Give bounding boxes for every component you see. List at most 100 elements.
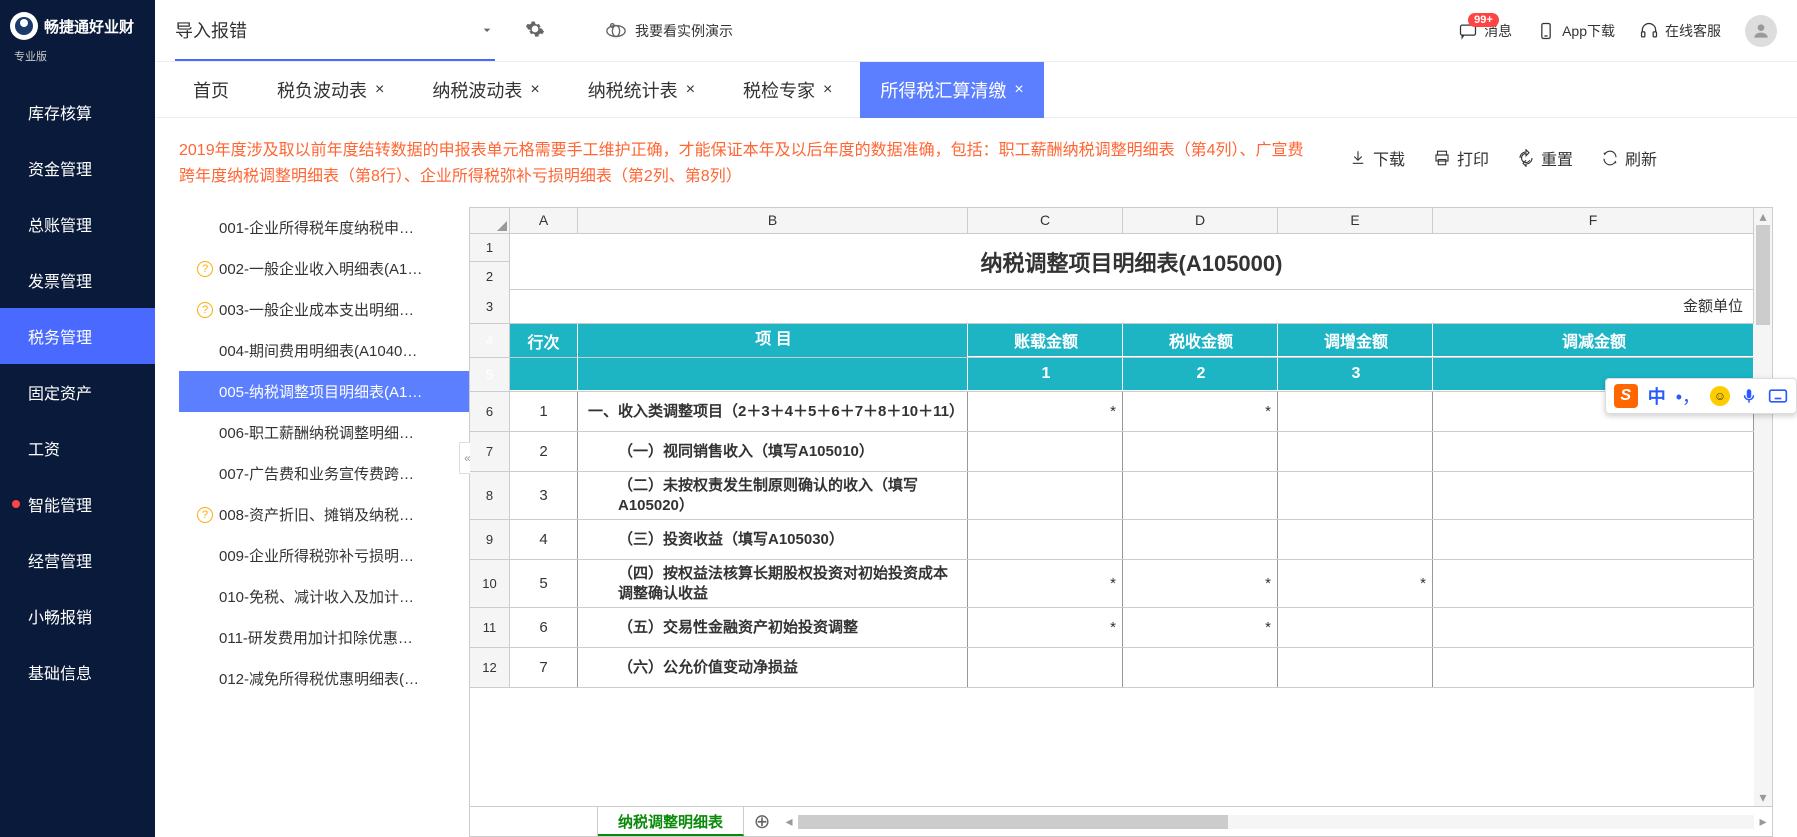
close-icon[interactable]: × bbox=[375, 81, 384, 99]
tree-item[interactable]: ?003-一般企业成本支出明细… bbox=[179, 289, 469, 330]
demo-link[interactable]: 我要看实例演示 bbox=[605, 20, 733, 42]
cell-item[interactable]: （六）公允价值变动净损益 bbox=[578, 648, 968, 687]
add-sheet-button[interactable]: ⊕ bbox=[744, 807, 780, 836]
row-header[interactable]: 1 bbox=[470, 234, 510, 262]
scroll-right-icon[interactable]: ▸ bbox=[1754, 813, 1772, 830]
cell-value[interactable]: * bbox=[1123, 560, 1278, 607]
cell-value[interactable]: * bbox=[1123, 392, 1278, 431]
cell-item[interactable]: （二）未按权责发生制原则确认的收入（填写A105020） bbox=[578, 472, 968, 519]
scroll-left-icon[interactable]: ◂ bbox=[780, 813, 798, 830]
sidebar-item[interactable]: 发票管理 bbox=[0, 252, 155, 308]
tab[interactable]: 税负波动表× bbox=[257, 67, 404, 113]
row-header[interactable]: 2 bbox=[470, 262, 510, 290]
row-header[interactable]: 4 bbox=[470, 324, 510, 357]
close-icon[interactable]: × bbox=[530, 81, 539, 99]
tree-item[interactable]: ?004-期间费用明细表(A1040… bbox=[179, 330, 469, 371]
cell-value[interactable]: * bbox=[968, 392, 1123, 431]
download-button[interactable]: 下载 bbox=[1349, 146, 1405, 170]
tree-item[interactable]: ?006-职工薪酬纳税调整明细… bbox=[179, 412, 469, 453]
cell-item[interactable]: （四）按权益法核算长期股权投资对初始投资成本调整确认收益 bbox=[578, 560, 968, 607]
cell-value[interactable] bbox=[1123, 520, 1278, 559]
cell-value[interactable]: * bbox=[1278, 560, 1433, 607]
reset-button[interactable]: 重置 bbox=[1517, 146, 1573, 170]
messages-button[interactable]: 消息 99+ bbox=[1458, 21, 1512, 41]
cell-rownum[interactable]: 7 bbox=[510, 648, 578, 687]
row-header[interactable]: 6 bbox=[470, 392, 510, 431]
cell-value[interactable] bbox=[1433, 472, 1754, 519]
sidebar-item[interactable]: 小畅报销 bbox=[0, 588, 155, 644]
tab[interactable]: 纳税统计表× bbox=[568, 67, 715, 113]
help-icon[interactable]: ? bbox=[197, 302, 213, 318]
scroll-thumb[interactable] bbox=[1756, 225, 1770, 325]
cell-value[interactable] bbox=[1278, 392, 1433, 431]
sidebar-item[interactable]: 税务管理 bbox=[0, 308, 155, 364]
tree-item[interactable]: ?011-研发费用加计扣除优惠… bbox=[179, 617, 469, 658]
title-dropdown[interactable]: 导入报错 bbox=[175, 1, 495, 61]
tab[interactable]: 纳税波动表× bbox=[412, 67, 559, 113]
tab[interactable]: 所得税汇算清缴× bbox=[860, 62, 1043, 118]
close-icon[interactable]: × bbox=[1014, 81, 1023, 99]
close-icon[interactable]: × bbox=[686, 81, 695, 99]
cell-value[interactable] bbox=[1123, 432, 1278, 471]
sidebar-item[interactable]: 智能管理 bbox=[0, 476, 155, 532]
keyboard-icon[interactable] bbox=[1768, 388, 1788, 404]
cell-item[interactable]: （三）投资收益（填写A105030） bbox=[578, 520, 968, 559]
tree-item[interactable]: ?009-企业所得税弥补亏损明… bbox=[179, 535, 469, 576]
close-icon[interactable]: × bbox=[823, 81, 832, 99]
cell-item[interactable]: 一、收入类调整项目（2＋3＋4＋5＋6＋7＋8＋10＋11） bbox=[578, 392, 968, 431]
print-button[interactable]: 打印 bbox=[1433, 146, 1489, 170]
cell-value[interactable] bbox=[968, 432, 1123, 471]
ime-emoji-icon[interactable]: ☺ bbox=[1710, 386, 1730, 406]
sheet-tab[interactable]: 纳税调整明细表 bbox=[598, 807, 744, 836]
cell-value[interactable]: * bbox=[1123, 608, 1278, 647]
app-download-button[interactable]: App下载 bbox=[1536, 21, 1615, 41]
tree-item[interactable]: ?002-一般企业收入明细表(A1… bbox=[179, 248, 469, 289]
col-header[interactable]: C bbox=[968, 208, 1123, 234]
sidebar-item[interactable]: 固定资产 bbox=[0, 364, 155, 420]
sogou-logo-icon[interactable]: S bbox=[1614, 384, 1638, 408]
cell-value[interactable] bbox=[968, 472, 1123, 519]
sidebar-item[interactable]: 库存核算 bbox=[0, 84, 155, 140]
cell-value[interactable] bbox=[1433, 520, 1754, 559]
cell-value[interactable]: * bbox=[968, 560, 1123, 607]
cell-value[interactable] bbox=[1433, 608, 1754, 647]
cell-value[interactable]: * bbox=[968, 608, 1123, 647]
cell-value[interactable] bbox=[1123, 648, 1278, 687]
sidebar-item[interactable]: 工资 bbox=[0, 420, 155, 476]
scroll-down-icon[interactable]: ▾ bbox=[1754, 789, 1772, 806]
sidebar-item[interactable]: 总账管理 bbox=[0, 196, 155, 252]
cell-item[interactable]: （一）视同销售收入（填写A105010） bbox=[578, 432, 968, 471]
cell-value[interactable] bbox=[1278, 520, 1433, 559]
cell-value[interactable] bbox=[1123, 472, 1278, 519]
tree-item[interactable]: ?007-广告费和业务宣传费跨… bbox=[179, 453, 469, 494]
refresh-button[interactable]: 刷新 bbox=[1601, 146, 1657, 170]
customer-service-button[interactable]: 在线客服 bbox=[1639, 21, 1721, 41]
row-header[interactable]: 9 bbox=[470, 520, 510, 559]
cell-value[interactable] bbox=[968, 648, 1123, 687]
tab[interactable]: 税检专家× bbox=[723, 67, 852, 113]
vertical-scrollbar[interactable]: ▴ ▾ bbox=[1754, 208, 1772, 806]
col-header[interactable]: B bbox=[578, 208, 968, 234]
row-header[interactable]: 8 bbox=[470, 472, 510, 519]
cell-rownum[interactable]: 4 bbox=[510, 520, 578, 559]
cell-item[interactable]: （五）交易性金融资产初始投资调整 bbox=[578, 608, 968, 647]
select-all-corner[interactable] bbox=[470, 208, 510, 234]
cell-value[interactable] bbox=[968, 520, 1123, 559]
row-header[interactable]: 11 bbox=[470, 608, 510, 647]
tab[interactable]: 首页 bbox=[173, 67, 249, 113]
col-header[interactable]: F bbox=[1433, 208, 1754, 234]
tree-item[interactable]: ?008-资产折旧、摊销及纳税… bbox=[179, 494, 469, 535]
horizontal-scrollbar[interactable]: ◂ ▸ bbox=[780, 807, 1772, 836]
tree-item[interactable]: ?005-纳税调整项目明细表(A1… bbox=[179, 371, 469, 412]
row-header[interactable]: 10 bbox=[470, 560, 510, 607]
tree-item[interactable]: ?001-企业所得税年度纳税申… bbox=[179, 207, 469, 248]
row-header[interactable]: 12 bbox=[470, 648, 510, 687]
sidebar-item[interactable]: 资金管理 bbox=[0, 140, 155, 196]
help-icon[interactable]: ? bbox=[197, 261, 213, 277]
help-icon[interactable]: ? bbox=[197, 507, 213, 523]
cell-value[interactable] bbox=[1278, 648, 1433, 687]
microphone-icon[interactable] bbox=[1740, 387, 1758, 405]
row-header[interactable]: 7 bbox=[470, 432, 510, 471]
cell-rownum[interactable]: 3 bbox=[510, 472, 578, 519]
cell-rownum[interactable]: 6 bbox=[510, 608, 578, 647]
